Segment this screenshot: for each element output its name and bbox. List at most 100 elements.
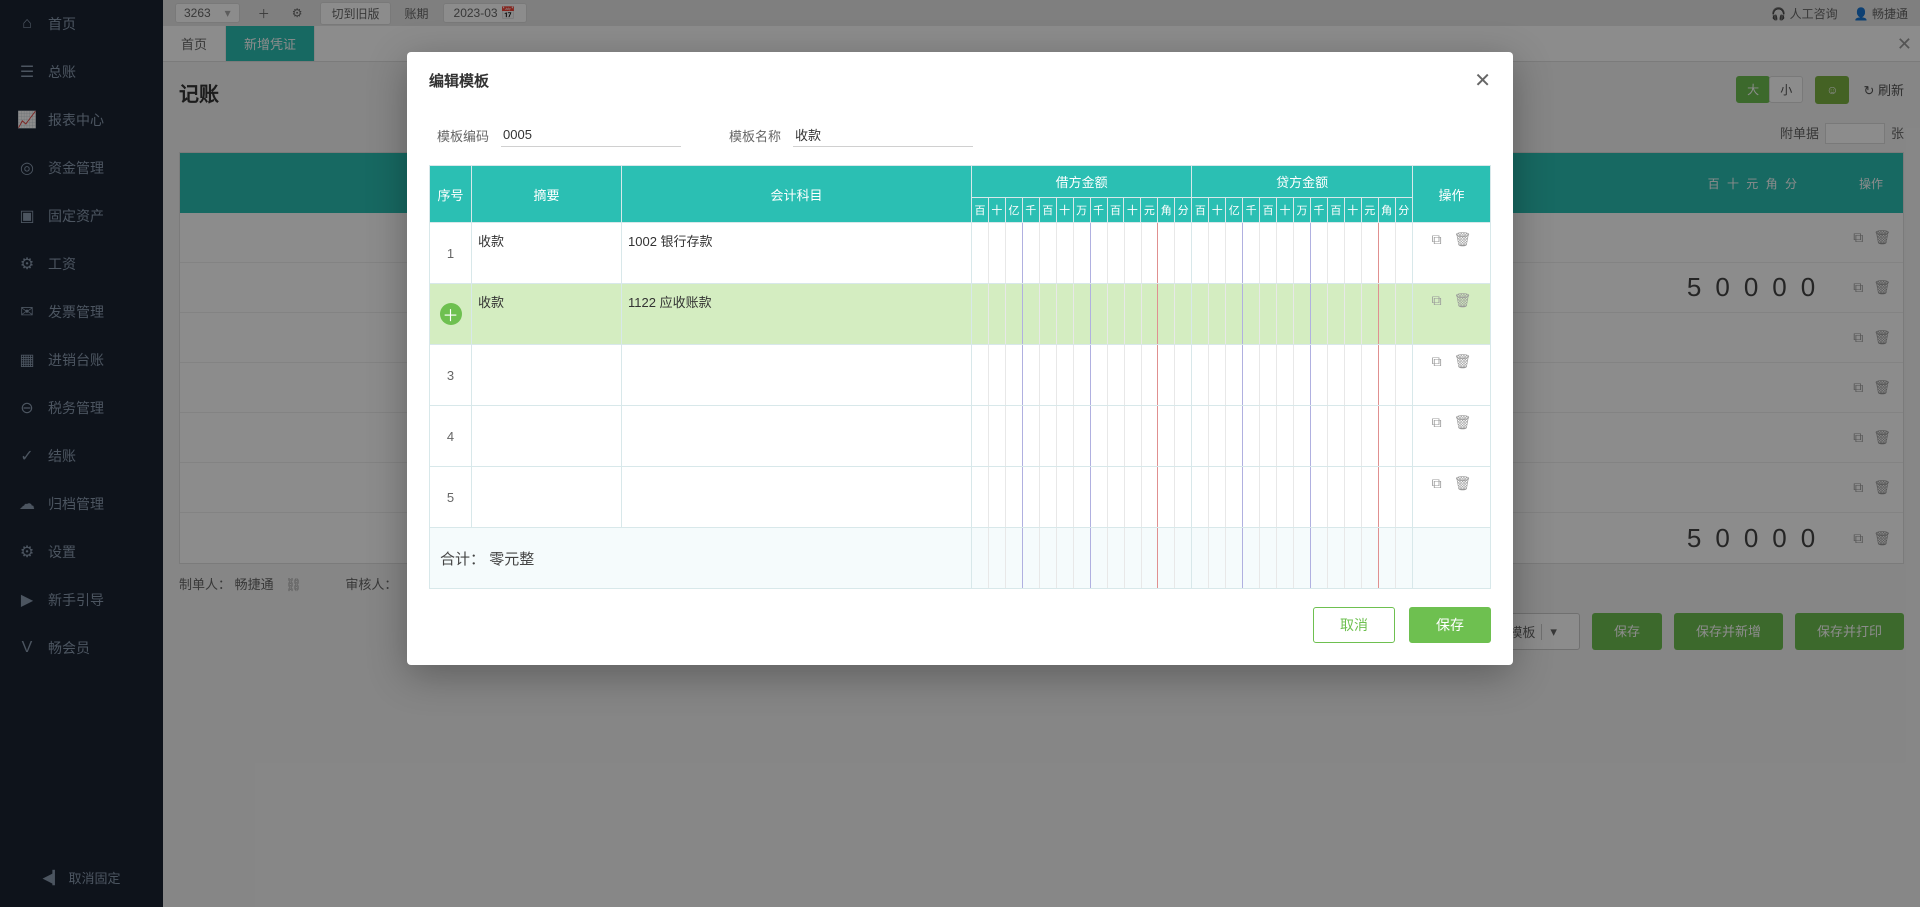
amount-slot[interactable] [1362,223,1379,283]
amount-slot[interactable] [1074,284,1091,344]
amount-slot[interactable] [1362,406,1379,466]
amount-slot[interactable] [1328,345,1345,405]
amount-slot[interactable] [1057,284,1074,344]
amount-slot[interactable] [1108,284,1125,344]
amount-slot[interactable] [1057,406,1074,466]
amount-slot[interactable] [1175,223,1191,283]
amount-slot[interactable] [1260,284,1277,344]
amount-slot[interactable] [1379,406,1396,466]
amount-slot[interactable] [972,406,989,466]
amount-slot[interactable] [1023,345,1040,405]
amount-slot[interactable] [1192,284,1209,344]
amount-slot[interactable] [1362,467,1379,527]
summary-cell[interactable] [472,406,622,467]
amount-slot[interactable] [1277,406,1294,466]
amount-slot[interactable] [1125,406,1142,466]
amount-slot[interactable] [1209,528,1226,588]
amount-slot[interactable] [1074,467,1091,527]
amount-slot[interactable] [1379,528,1396,588]
amount-slot[interactable] [1091,284,1108,344]
amount-slot[interactable] [1108,528,1125,588]
amount-slot[interactable] [1074,223,1091,283]
amount-slot[interactable] [989,406,1006,466]
amount-slot[interactable] [1158,528,1175,588]
amount-slot[interactable] [1396,345,1412,405]
amount-slot[interactable] [1345,467,1362,527]
amount-slot[interactable] [1243,406,1260,466]
amount-slot[interactable] [1277,467,1294,527]
amount-slot[interactable] [1311,528,1328,588]
copy-icon[interactable]: ⧉ [1432,475,1442,492]
cancel-button[interactable]: 取消 [1313,607,1395,643]
debit-cell[interactable] [972,345,1192,406]
amount-slot[interactable] [1294,223,1311,283]
amount-slot[interactable] [1091,223,1108,283]
amount-slot[interactable] [1175,345,1191,405]
amount-slot[interactable] [1396,223,1412,283]
amount-slot[interactable] [1158,223,1175,283]
amount-slot[interactable] [1379,284,1396,344]
amount-slot[interactable] [1074,345,1091,405]
amount-slot[interactable] [1040,406,1057,466]
debit-cell[interactable] [972,467,1192,528]
amount-slot[interactable] [1209,467,1226,527]
amount-slot[interactable] [1192,406,1209,466]
amount-slot[interactable] [1226,528,1243,588]
amount-slot[interactable] [1006,528,1023,588]
amount-slot[interactable] [1175,467,1191,527]
amount-slot[interactable] [1294,284,1311,344]
summary-cell[interactable]: 收款 [472,284,622,345]
amount-slot[interactable] [1142,528,1159,588]
amount-slot[interactable] [1023,284,1040,344]
amount-slot[interactable] [1209,223,1226,283]
amount-slot[interactable] [1074,406,1091,466]
code-input[interactable] [501,123,681,147]
amount-slot[interactable] [1142,345,1159,405]
amount-slot[interactable] [1074,528,1091,588]
amount-slot[interactable] [1125,345,1142,405]
copy-icon[interactable]: ⧉ [1432,353,1442,370]
amount-slot[interactable] [1057,345,1074,405]
amount-slot[interactable] [1158,467,1175,527]
amount-slot[interactable] [1175,528,1191,588]
amount-slot[interactable] [1057,467,1074,527]
amount-slot[interactable] [1243,345,1260,405]
save-button[interactable]: 保存 [1409,607,1491,643]
close-icon[interactable]: ✕ [1474,68,1491,93]
amount-slot[interactable] [1091,467,1108,527]
amount-slot[interactable] [989,223,1006,283]
credit-cell[interactable] [1192,223,1413,284]
summary-cell[interactable] [472,345,622,406]
amount-slot[interactable] [1125,284,1142,344]
amount-slot[interactable] [1328,284,1345,344]
amount-slot[interactable] [1209,284,1226,344]
amount-slot[interactable] [1040,223,1057,283]
summary-cell[interactable]: 收款 [472,223,622,284]
amount-slot[interactable] [1023,406,1040,466]
amount-slot[interactable] [1142,223,1159,283]
amount-slot[interactable] [1345,406,1362,466]
account-cell[interactable] [622,467,972,528]
amount-slot[interactable] [1345,528,1362,588]
amount-slot[interactable] [1040,345,1057,405]
amount-slot[interactable] [989,467,1006,527]
amount-slot[interactable] [1057,223,1074,283]
amount-slot[interactable] [972,223,989,283]
amount-slot[interactable] [1260,467,1277,527]
amount-slot[interactable] [1311,223,1328,283]
amount-slot[interactable] [1243,467,1260,527]
amount-slot[interactable] [1328,406,1345,466]
amount-slot[interactable] [1362,345,1379,405]
amount-slot[interactable] [1091,345,1108,405]
amount-slot[interactable] [1311,406,1328,466]
amount-slot[interactable] [1108,223,1125,283]
delete-icon[interactable]: 🗑 [1454,231,1472,248]
amount-slot[interactable] [1277,345,1294,405]
amount-slot[interactable] [1192,223,1209,283]
amount-slot[interactable] [1125,223,1142,283]
amount-slot[interactable] [1379,223,1396,283]
amount-slot[interactable] [1379,467,1396,527]
amount-slot[interactable] [972,528,989,588]
amount-slot[interactable] [1345,284,1362,344]
amount-slot[interactable] [1192,528,1209,588]
